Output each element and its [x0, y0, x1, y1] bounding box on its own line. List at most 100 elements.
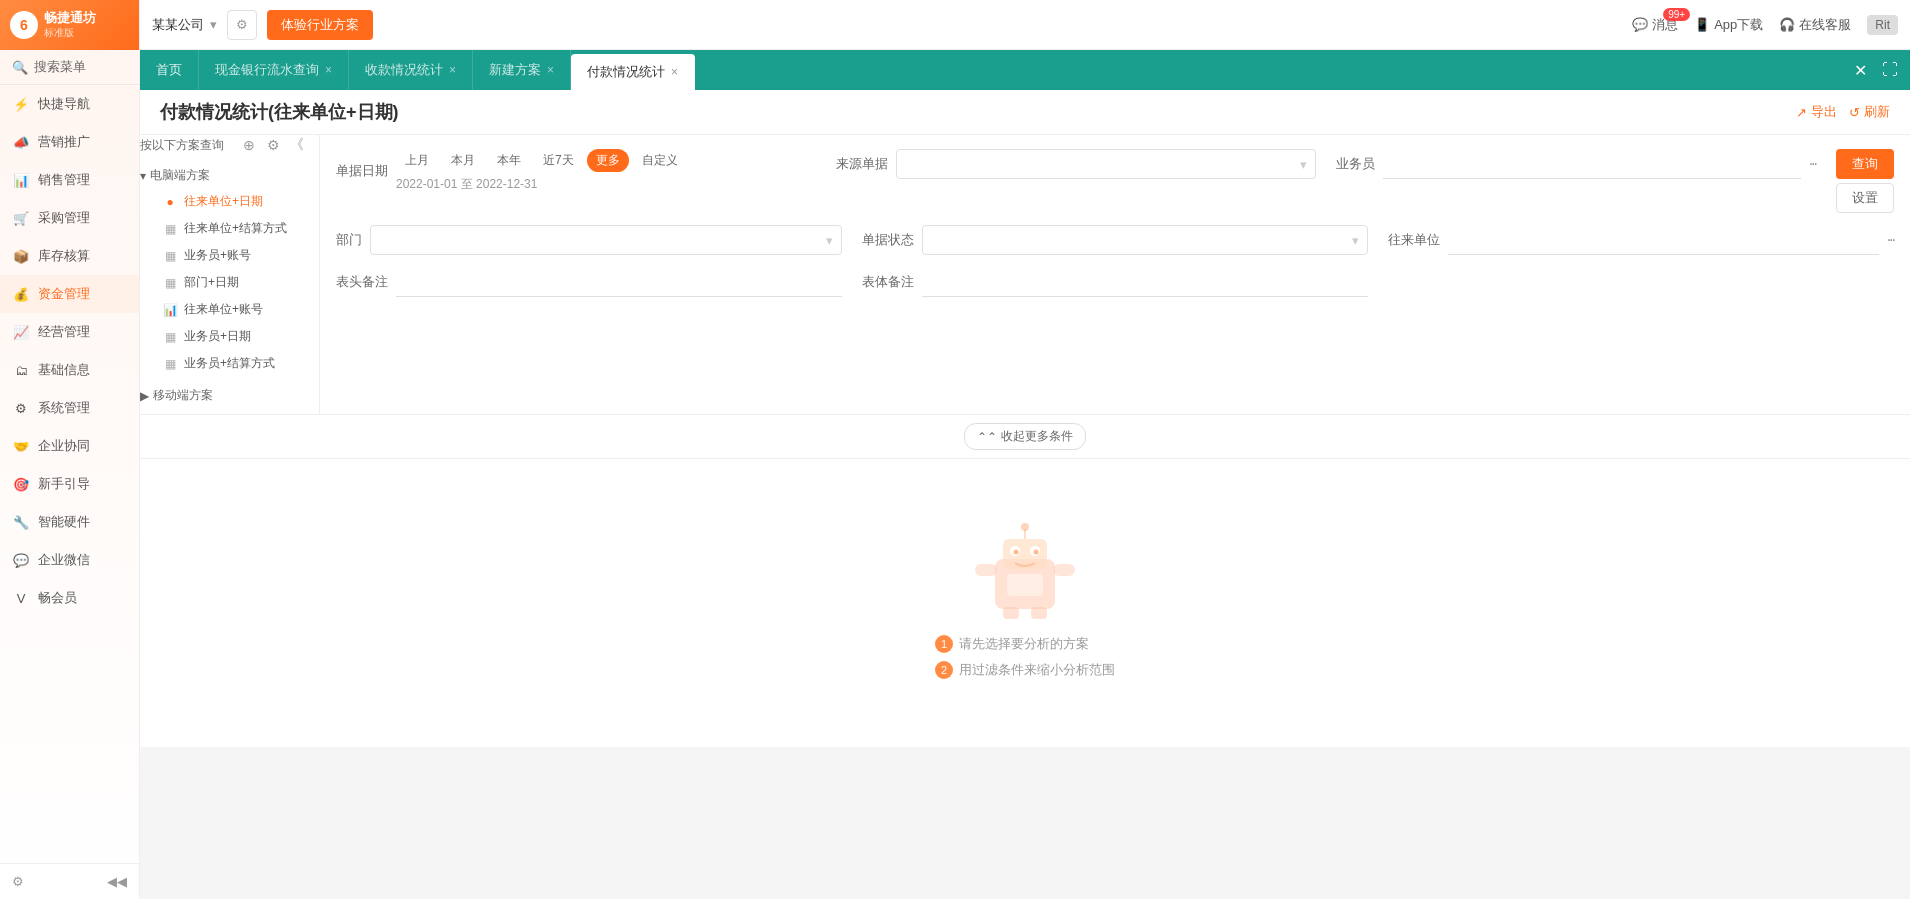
sidebar-item-member[interactable]: V 畅会员	[0, 579, 139, 617]
tab-close-icon[interactable]: ×	[671, 65, 678, 79]
scheme-item-unit-date[interactable]: ● 往来单位+日期	[156, 188, 307, 215]
svg-point-4	[1014, 550, 1019, 555]
staff-input[interactable]	[1383, 149, 1801, 179]
date-buttons: 上月 本月 本年 近7天 更多 自定义	[396, 149, 687, 172]
scheme-list-desktop: ● 往来单位+日期 ▦ 往来单位+结算方式 ▦ 业务员+账号 ▦	[140, 188, 307, 377]
search-icon: 🔍	[12, 60, 28, 75]
purchase-icon: 🛒	[12, 209, 30, 227]
scheme-item-dept-date[interactable]: ▦ 部门+日期	[156, 269, 307, 296]
dept-select[interactable]: ▾	[370, 225, 842, 255]
sidebar-item-inventory[interactable]: 📦 库存核算	[0, 237, 139, 275]
refresh-button[interactable]: ↺ 刷新	[1849, 103, 1890, 121]
scheme-item-staff-settle[interactable]: ▦ 业务员+结算方式	[156, 350, 307, 377]
tab-close-icon[interactable]: ×	[325, 63, 332, 77]
scheme-item-staff-account[interactable]: ▦ 业务员+账号	[156, 242, 307, 269]
sidebar-item-sales[interactable]: 📊 销售管理	[0, 161, 139, 199]
sidebar-item-hardware[interactable]: 🔧 智能硬件	[0, 503, 139, 541]
add-scheme-icon[interactable]: ⊕	[239, 135, 259, 155]
filter-field-doc-status: 单据状态 ▾	[862, 225, 1368, 255]
sidebar-item-finance[interactable]: 💰 资金管理	[0, 275, 139, 313]
body-note-input[interactable]	[922, 267, 1368, 297]
company-name: 某某公司	[152, 16, 204, 34]
collapse-bar[interactable]: ⌃⌃ 收起更多条件	[140, 415, 1910, 459]
category-arrow-icon: ▾	[140, 169, 146, 183]
date-btn-last-month[interactable]: 上月	[396, 149, 438, 172]
sidebar-search[interactable]: 🔍 搜索菜单	[0, 50, 139, 85]
date-btn-more[interactable]: 更多	[587, 149, 629, 172]
service-button[interactable]: 🎧 在线客服	[1779, 16, 1851, 34]
tab-income-stats[interactable]: 收款情况统计 ×	[349, 50, 473, 90]
tab-payment-stats[interactable]: 付款情况统计 ×	[571, 54, 695, 90]
collapse-button[interactable]: ⌃⌃ 收起更多条件	[964, 423, 1086, 450]
svg-point-5	[1034, 550, 1039, 555]
query-button[interactable]: 查询	[1836, 149, 1894, 179]
sidebar-item-enterprise[interactable]: 🤝 企业协同	[0, 427, 139, 465]
enterprise-icon: 🤝	[12, 437, 30, 455]
trial-button[interactable]: 体验行业方案	[267, 10, 373, 40]
sidebar-item-basic[interactable]: 🗂 基础信息	[0, 351, 139, 389]
date-btn-custom[interactable]: 自定义	[633, 149, 687, 172]
tip-number-1: 1	[935, 635, 953, 653]
header-note-input[interactable]	[396, 267, 842, 297]
scheme-item-label: 部门+日期	[184, 274, 239, 291]
date-range-display: 2022-01-01 至 2022-12-31	[396, 176, 687, 193]
date-btn-this-month[interactable]: 本月	[442, 149, 484, 172]
table-scheme-icon: ▦	[162, 356, 178, 372]
scheme-item-label: 业务员+账号	[184, 247, 251, 264]
sidebar-item-purchase[interactable]: 🛒 采购管理	[0, 199, 139, 237]
category-arrow-icon: ▶	[140, 389, 149, 403]
date-btn-7days[interactable]: 近7天	[534, 149, 583, 172]
user-avatar[interactable]: Rit	[1867, 15, 1898, 35]
doc-status-select[interactable]: ▾	[922, 225, 1368, 255]
scheme-item-unit-settle[interactable]: ▦ 往来单位+结算方式	[156, 215, 307, 242]
close-all-tabs-icon[interactable]: ✕	[1848, 58, 1872, 82]
settings-icon[interactable]: ⚙	[12, 874, 24, 889]
source-select[interactable]: ▾	[896, 149, 1316, 179]
filter-form: 单据日期 上月 本月 本年 近7天 更多 自定义 2022-01-01 至 20…	[320, 135, 1910, 414]
sidebar-item-label: 新手引导	[38, 475, 90, 493]
counterpart-dots[interactable]: ···	[1887, 231, 1894, 249]
scheme-category-mobile: ▶ 移动端方案	[140, 383, 307, 408]
export-button[interactable]: ↗ 导出	[1796, 103, 1837, 121]
settings-button[interactable]: 设置	[1836, 183, 1894, 213]
tab-close-icon[interactable]: ×	[449, 63, 456, 77]
empty-tip-1: 1 请先选择要分析的方案	[935, 635, 1115, 653]
collapse-sidebar-icon[interactable]: ◀◀	[107, 874, 127, 889]
desktop-category-header[interactable]: ▾ 电脑端方案	[140, 163, 307, 188]
expand-icon[interactable]: ⛶	[1878, 58, 1902, 82]
refresh-icon: ↺	[1849, 105, 1860, 120]
date-btn-this-year[interactable]: 本年	[488, 149, 530, 172]
sidebar-item-quick-nav[interactable]: ⚡ 快捷导航	[0, 85, 139, 123]
sidebar-item-marketing[interactable]: 📣 营销推广	[0, 123, 139, 161]
tab-home[interactable]: 首页	[140, 50, 199, 90]
phone-icon: 📱	[1694, 17, 1710, 32]
member-icon: V	[12, 589, 30, 607]
collapse-scheme-icon[interactable]: 《	[287, 135, 307, 155]
sidebar-item-system[interactable]: ⚙ 系统管理	[0, 389, 139, 427]
mobile-category-header[interactable]: ▶ 移动端方案	[140, 383, 307, 408]
select-arrow-icon: ▾	[1352, 233, 1359, 248]
tab-close-icon[interactable]: ×	[547, 63, 554, 77]
finance-icon: 💰	[12, 285, 30, 303]
settings-scheme-icon[interactable]: ⚙	[263, 135, 283, 155]
sales-icon: 📊	[12, 171, 30, 189]
tab-bank-flow[interactable]: 现金银行流水查询 ×	[199, 50, 349, 90]
svg-rect-9	[1031, 607, 1047, 619]
counterpart-input[interactable]	[1448, 225, 1879, 255]
staff-dots[interactable]: ···	[1809, 155, 1816, 173]
category-label: 电脑端方案	[150, 167, 210, 184]
logo-icon: 6	[10, 11, 38, 39]
tab-new-scheme[interactable]: 新建方案 ×	[473, 50, 571, 90]
staff-label: 业务员	[1336, 155, 1375, 173]
sidebar-item-operations[interactable]: 📈 经营管理	[0, 313, 139, 351]
settings-button[interactable]: ⚙	[227, 10, 257, 40]
sidebar-item-wechat[interactable]: 💬 企业微信	[0, 541, 139, 579]
message-button[interactable]: 💬 消息 99+	[1632, 16, 1678, 34]
header-note-label: 表头备注	[336, 273, 388, 291]
topbar: 某某公司 ▾ ⚙ 体验行业方案 💬 消息 99+ 📱 App下载 🎧 在线客服 …	[140, 0, 1910, 50]
app-download-button[interactable]: 📱 App下载	[1694, 16, 1763, 34]
sidebar-item-guide[interactable]: 🎯 新手引导	[0, 465, 139, 503]
scheme-item-staff-date[interactable]: ▦ 业务员+日期	[156, 323, 307, 350]
scheme-item-unit-account[interactable]: 📊 往来单位+账号	[156, 296, 307, 323]
company-selector[interactable]: 某某公司 ▾	[152, 16, 217, 34]
